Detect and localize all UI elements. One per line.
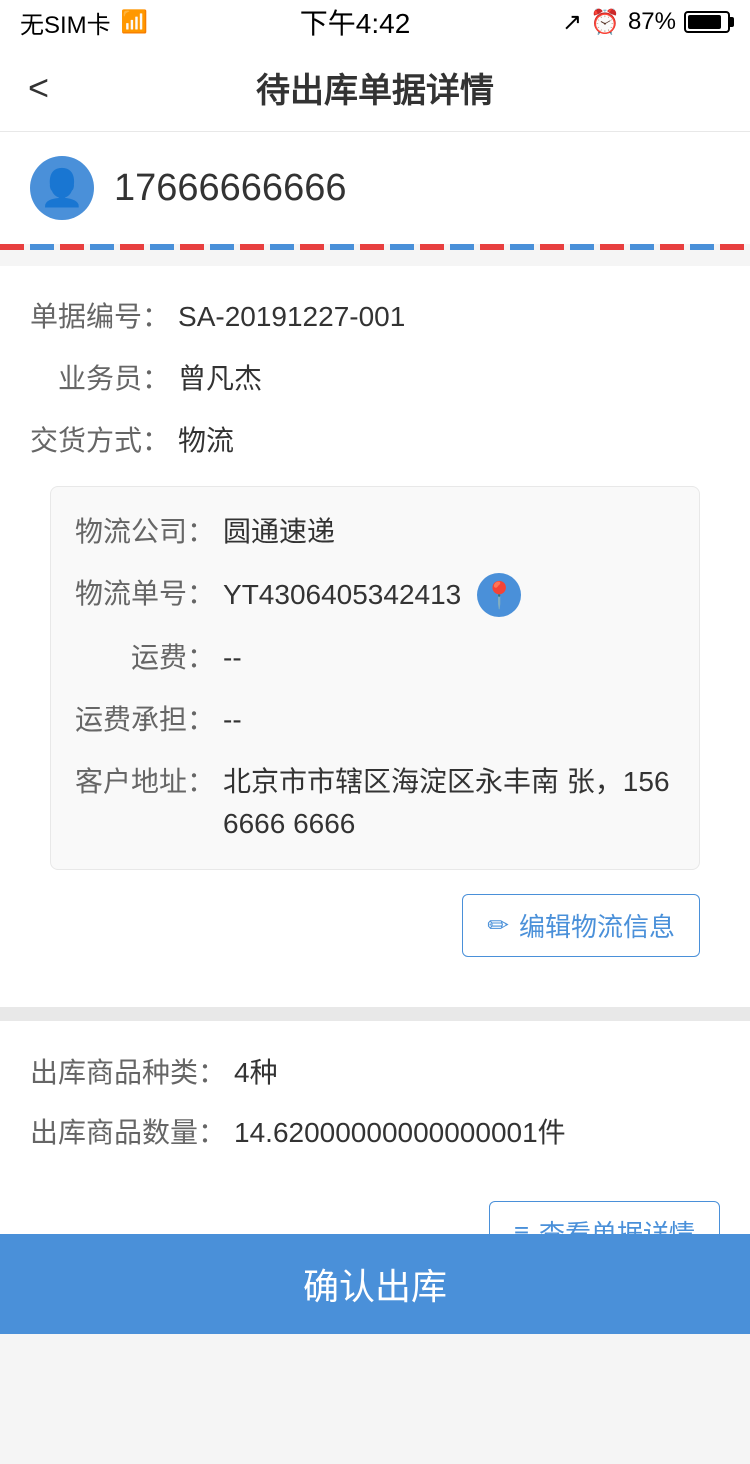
order-number-label: 单据编号： <box>30 296 170 338</box>
goods-section: 出库商品种类： 4种 出库商品数量： 14.62000000000000001件 <box>0 1021 750 1181</box>
status-right: ↗ ⏰ 87% <box>562 8 730 37</box>
battery-icon <box>684 11 730 33</box>
battery-percent: 87% <box>628 8 676 36</box>
logistics-tracking-value: YT4306405342413 <box>223 574 461 616</box>
freight-bearer-value: -- <box>223 699 675 741</box>
status-time: 下午4:42 <box>300 2 411 42</box>
user-phone: 17666666666 <box>114 167 346 210</box>
avatar-icon: 👤 <box>40 167 85 209</box>
salesman-label: 业务员： <box>30 358 170 400</box>
address-value: 北京市市辖区海淀区永丰南 张，156 6666 6666 <box>223 761 675 845</box>
freight-bearer-row: 运费承担： -- <box>75 699 675 741</box>
logistics-card: 物流公司： 圆通速递 物流单号： YT4306405342413 📍 运费： -… <box>50 486 700 870</box>
goods-types-label: 出库商品种类： <box>30 1051 226 1091</box>
separator <box>0 1007 750 1021</box>
edit-logistics-button[interactable]: ✏ 编辑物流信息 <box>462 894 700 957</box>
edit-btn-row: ✏ 编辑物流信息 <box>30 894 720 977</box>
order-number-value: SA-20191227-001 <box>178 296 720 338</box>
location-icon: ↗ <box>562 8 582 37</box>
nav-bar: < 待出库单据详情 <box>0 44 750 132</box>
user-header: 👤 17666666666 <box>0 132 750 244</box>
freight-label: 运费： <box>75 637 215 679</box>
logistics-company-label: 物流公司： <box>75 511 215 553</box>
logistics-tracking-value-row: YT4306405342413 📍 <box>215 573 521 617</box>
back-button[interactable]: < <box>28 67 49 109</box>
wifi-icon: 📶 <box>121 9 148 35</box>
address-label: 客户地址： <box>75 761 215 803</box>
freight-value: -- <box>223 637 675 679</box>
edit-button-label: 编辑物流信息 <box>519 907 675 944</box>
freight-bearer-label: 运费承担： <box>75 699 215 741</box>
clock-icon: ⏰ <box>590 8 620 37</box>
status-left: 无SIM卡 📶 <box>20 5 148 40</box>
goods-quantity-row: 出库商品数量： 14.62000000000000001件 <box>30 1111 720 1151</box>
page-title: 待出库单据详情 <box>256 63 494 112</box>
salesman-value: 曾凡杰 <box>178 358 720 400</box>
edit-icon: ✏ <box>487 910 509 941</box>
logistics-company-value: 圆通速递 <box>223 511 675 553</box>
location-map-icon[interactable]: 📍 <box>477 573 521 617</box>
salesman-row: 业务员： 曾凡杰 <box>30 358 720 400</box>
confirm-button-label: 确认出库 <box>303 1258 447 1310</box>
goods-quantity-value: 14.62000000000000001件 <box>234 1111 566 1151</box>
avatar: 👤 <box>30 156 94 220</box>
delivery-value: 物流 <box>178 420 720 462</box>
goods-types-row: 出库商品种类： 4种 <box>30 1051 720 1091</box>
basic-info-section: 单据编号： SA-20191227-001 业务员： 曾凡杰 交货方式： 物流 … <box>0 266 750 1007</box>
dashed-border-divider <box>0 244 750 250</box>
goods-quantity-label: 出库商品数量： <box>30 1111 226 1151</box>
order-number-row: 单据编号： SA-20191227-001 <box>30 296 720 338</box>
logistics-tracking-label: 物流单号： <box>75 573 215 615</box>
address-row: 客户地址： 北京市市辖区海淀区永丰南 张，156 6666 6666 <box>75 761 675 845</box>
carrier-text: 无SIM卡 <box>20 5 111 40</box>
logistics-company-row: 物流公司： 圆通速递 <box>75 511 675 553</box>
confirm-outbound-button[interactable]: 确认出库 <box>0 1234 750 1334</box>
logistics-tracking-row: 物流单号： YT4306405342413 📍 <box>75 573 675 617</box>
delivery-row: 交货方式： 物流 <box>30 420 720 462</box>
goods-types-value: 4种 <box>234 1051 278 1091</box>
status-bar: 无SIM卡 📶 下午4:42 ↗ ⏰ 87% <box>0 0 750 44</box>
freight-row: 运费： -- <box>75 637 675 679</box>
delivery-label: 交货方式： <box>30 420 170 462</box>
